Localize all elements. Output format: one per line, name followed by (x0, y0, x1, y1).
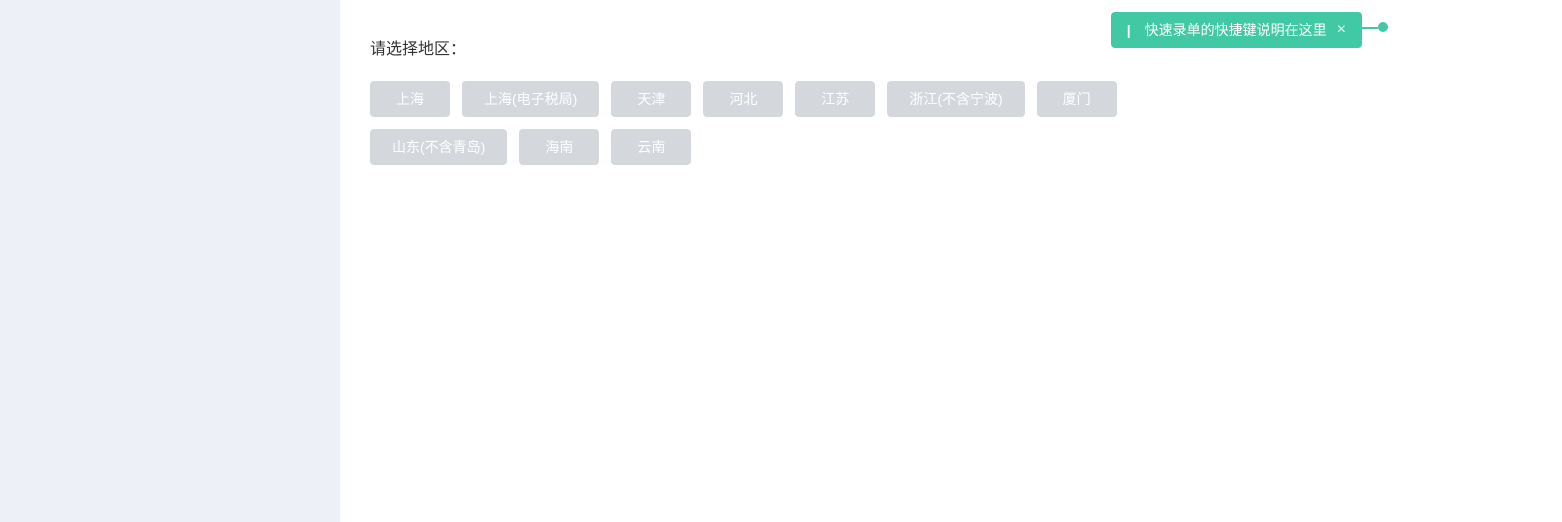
tooltip-connector-dot (1378, 22, 1388, 32)
region-btn-shandong[interactable]: 山东(不含青岛) (370, 129, 507, 165)
region-row-1: 上海 上海(电子税局) 天津 河北 江苏 浙江(不含宁波) 厦门 (370, 81, 1532, 117)
region-btn-tianjin[interactable]: 天津 (611, 81, 691, 117)
tooltip-close-button[interactable]: × (1337, 22, 1346, 38)
sidebar (0, 0, 340, 522)
region-btn-hebei[interactable]: 河北 (703, 81, 783, 117)
region-btn-zhejiang[interactable]: 浙江(不含宁波) (887, 81, 1024, 117)
region-btn-shanghai-etax[interactable]: 上海(电子税局) (462, 81, 599, 117)
region-btn-xiamen[interactable]: 厦门 (1037, 81, 1117, 117)
region-row-2: 山东(不含青岛) 海南 云南 (370, 129, 1532, 165)
tooltip-connector-line (1362, 27, 1378, 29)
main-content: 请选择地区： 上海 上海(电子税局) 天津 河北 江苏 浙江(不含宁波) 厦门 … (340, 0, 1562, 522)
tooltip-text: 快速录单的快捷键说明在这里 (1145, 20, 1327, 40)
region-btn-shanghai[interactable]: 上海 (370, 81, 450, 117)
region-btn-jiangsu[interactable]: 江苏 (795, 81, 875, 117)
region-btn-hainan[interactable]: 海南 (519, 129, 599, 165)
region-section: 请选择地区： 上海 上海(电子税局) 天津 河北 江苏 浙江(不含宁波) 厦门 … (340, 0, 1562, 212)
region-btn-yunnan[interactable]: 云南 (611, 129, 691, 165)
tooltip-banner: 快速录单的快捷键说明在这里 × (1111, 12, 1362, 48)
